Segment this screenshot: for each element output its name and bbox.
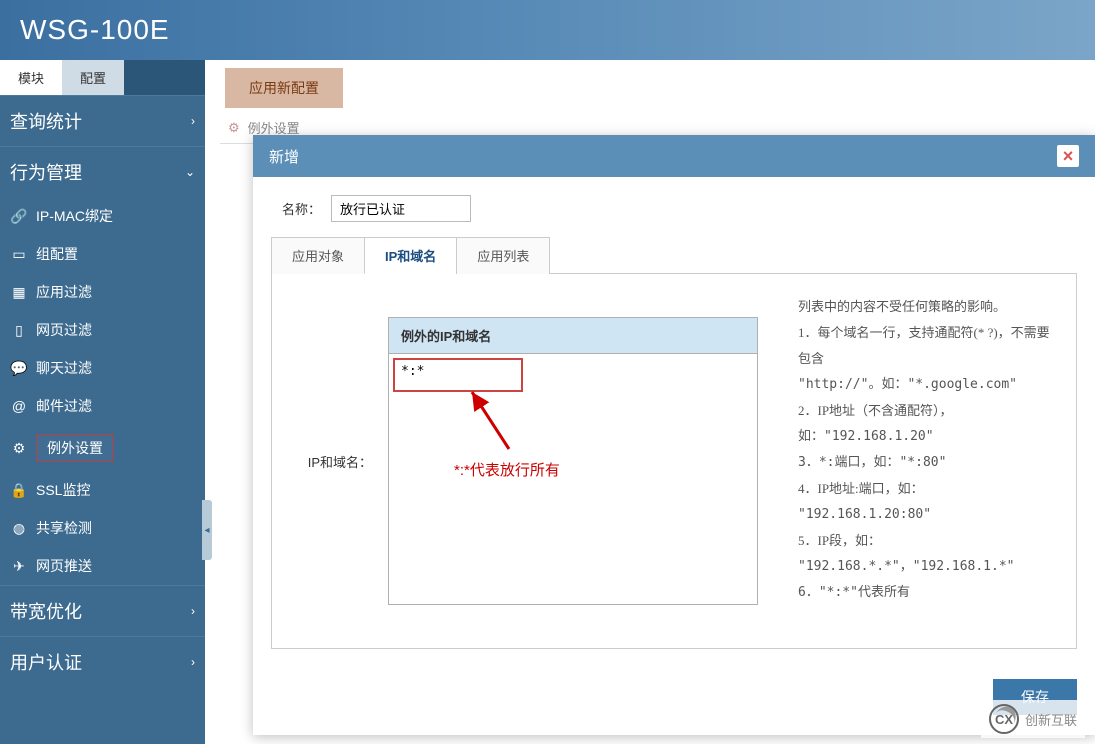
section-bandwidth[interactable]: 带宽优化 ›: [0, 585, 205, 636]
link-icon: 🔗: [10, 208, 28, 225]
ip-textarea[interactable]: [393, 358, 523, 392]
help-line: 1．每个域名一行，支持通配符(* ?)，不需要包含: [798, 320, 1056, 372]
annotation-text: *:*代表放行所有: [454, 459, 560, 480]
modal-body: 名称： 应用对象 IP和域名 应用列表 IP和域名： 例外的IP和域名: [253, 177, 1095, 667]
help-line: "192.168.1.20:80": [798, 502, 1056, 528]
chevron-down-icon: ⌄: [185, 165, 195, 179]
sidebar-item-label: SSL监控: [36, 480, 90, 500]
sidebar-item-appfilter[interactable]: ▦ 应用过滤: [0, 273, 205, 311]
chat-icon: 💬: [10, 360, 28, 377]
help-line: "http://"。如："*.google.com": [798, 372, 1056, 398]
gear-icon: ⚙: [228, 120, 240, 136]
sidebar-item-ssl[interactable]: 🔒 SSL监控: [0, 471, 205, 509]
apply-config-button[interactable]: 应用新配置: [225, 68, 343, 108]
section-label: 查询统计: [10, 108, 82, 134]
ip-label: IP和域名：: [292, 452, 372, 471]
sidebar-item-ipmac[interactable]: 🔗 IP-MAC绑定: [0, 197, 205, 235]
section-userauth[interactable]: 用户认证 ›: [0, 636, 205, 687]
watermark: CX 创新互联: [981, 700, 1085, 738]
sidebar-item-push[interactable]: ✈ 网页推送: [0, 547, 205, 585]
tab-target[interactable]: 应用对象: [271, 237, 365, 274]
section-query-stats[interactable]: 查询统计 ›: [0, 95, 205, 146]
modal-header: 新增 ×: [253, 135, 1095, 177]
mail-icon: @: [10, 398, 28, 414]
sidebar-item-label: 网页推送: [36, 556, 92, 576]
modal-footer: 保存: [253, 667, 1095, 735]
watermark-logo-icon: CX: [989, 704, 1019, 734]
app-title: WSG-100E: [20, 14, 170, 46]
section-label: 行为管理: [10, 159, 82, 185]
lock-icon: 🔒: [10, 482, 28, 499]
sidebar-item-webfilter[interactable]: ▯ 网页过滤: [0, 311, 205, 349]
section-behavior-mgmt[interactable]: 行为管理 ⌄: [0, 146, 205, 197]
ipbox-header: 例外的IP和域名: [389, 318, 757, 354]
chevron-right-icon: ›: [191, 114, 195, 128]
tab-applist[interactable]: 应用列表: [456, 237, 550, 274]
sidebar-item-label: 网页过滤: [36, 320, 92, 340]
share-icon: ◍: [10, 520, 28, 537]
help-line: 5．IP段，如：: [798, 528, 1056, 554]
help-line: 3．*:端口，如："*:80": [798, 450, 1056, 476]
ipdomain-panel: IP和域名： 例外的IP和域名 *:*代表放行所有 列表中的内容不受任何策略的影…: [271, 274, 1077, 649]
name-row: 名称：: [271, 195, 1077, 222]
add-modal: 新增 × 名称： 应用对象 IP和域名 应用列表 IP和域名： 例外的IP和域名: [253, 135, 1095, 735]
tab-ipdomain[interactable]: IP和域名: [364, 237, 457, 274]
ipbox: 例外的IP和域名 *:*代表放行所有: [388, 317, 758, 605]
name-input[interactable]: [331, 195, 471, 222]
sidebar-item-share[interactable]: ◍ 共享检测: [0, 509, 205, 547]
help-line: 2．IP地址（不含通配符），: [798, 398, 1056, 424]
sidebar-item-group[interactable]: ▭ 组配置: [0, 235, 205, 273]
modal-title: 新增: [269, 146, 299, 167]
left-column: IP和域名： 例外的IP和域名 *:*代表放行所有: [292, 294, 758, 628]
tab-config[interactable]: 配置: [62, 60, 124, 95]
help-text: 列表中的内容不受任何策略的影响。 1．每个域名一行，支持通配符(* ?)，不需要…: [798, 294, 1056, 628]
annotation-arrow-icon: [464, 384, 524, 454]
tab-modules[interactable]: 模块: [0, 60, 62, 95]
name-label: 名称：: [271, 199, 321, 218]
help-intro: 列表中的内容不受任何策略的影响。: [798, 294, 1056, 320]
sidebar-item-chatfilter[interactable]: 💬 聊天过滤: [0, 349, 205, 387]
sidebar: 模块 配置 查询统计 › 行为管理 ⌄ 🔗 IP-MAC绑定 ▭ 组配置 ▦ 应…: [0, 60, 205, 744]
sidebar-item-label: 组配置: [36, 244, 78, 264]
sidebar-item-label: IP-MAC绑定: [36, 206, 113, 226]
sidebar-item-label: 例外设置: [36, 434, 114, 462]
chevron-right-icon: ›: [191, 655, 195, 669]
section-label: 带宽优化: [10, 598, 82, 624]
sidebar-item-label: 共享检测: [36, 518, 92, 538]
close-icon[interactable]: ×: [1057, 145, 1079, 167]
help-line: 6．"*:*"代表所有: [798, 580, 1056, 606]
send-icon: ✈: [10, 558, 28, 575]
sidebar-item-label: 邮件过滤: [36, 396, 92, 416]
ipbox-body: *:*代表放行所有: [389, 354, 757, 604]
watermark-text: 创新互联: [1025, 710, 1077, 729]
grid-icon: ▦: [10, 284, 28, 301]
chevron-right-icon: ›: [191, 604, 195, 618]
behavior-menu: 🔗 IP-MAC绑定 ▭ 组配置 ▦ 应用过滤 ▯ 网页过滤 💬 聊天过滤 @ …: [0, 197, 205, 585]
sidebar-item-exception[interactable]: ⚙ 例外设置: [0, 425, 205, 471]
modal-tabs: 应用对象 IP和域名 应用列表: [271, 236, 1077, 274]
page-icon: ▯: [10, 322, 28, 339]
id-icon: ▭: [10, 246, 28, 263]
sidebar-item-label: 聊天过滤: [36, 358, 92, 378]
sidebar-item-label: 应用过滤: [36, 282, 92, 302]
sidebar-item-mailfilter[interactable]: @ 邮件过滤: [0, 387, 205, 425]
help-line: 4．IP地址:端口，如：: [798, 476, 1056, 502]
section-label: 用户认证: [10, 649, 82, 675]
sidebar-tabbar: 模块 配置: [0, 60, 205, 95]
gear-icon: ⚙: [10, 440, 28, 457]
help-line: 如："192.168.1.20": [798, 424, 1056, 450]
sidebar-collapse-handle[interactable]: ◂: [202, 500, 212, 560]
help-line: "192.168.*.*"，"192.168.1.*": [798, 554, 1056, 580]
app-header: WSG-100E: [0, 0, 1095, 60]
